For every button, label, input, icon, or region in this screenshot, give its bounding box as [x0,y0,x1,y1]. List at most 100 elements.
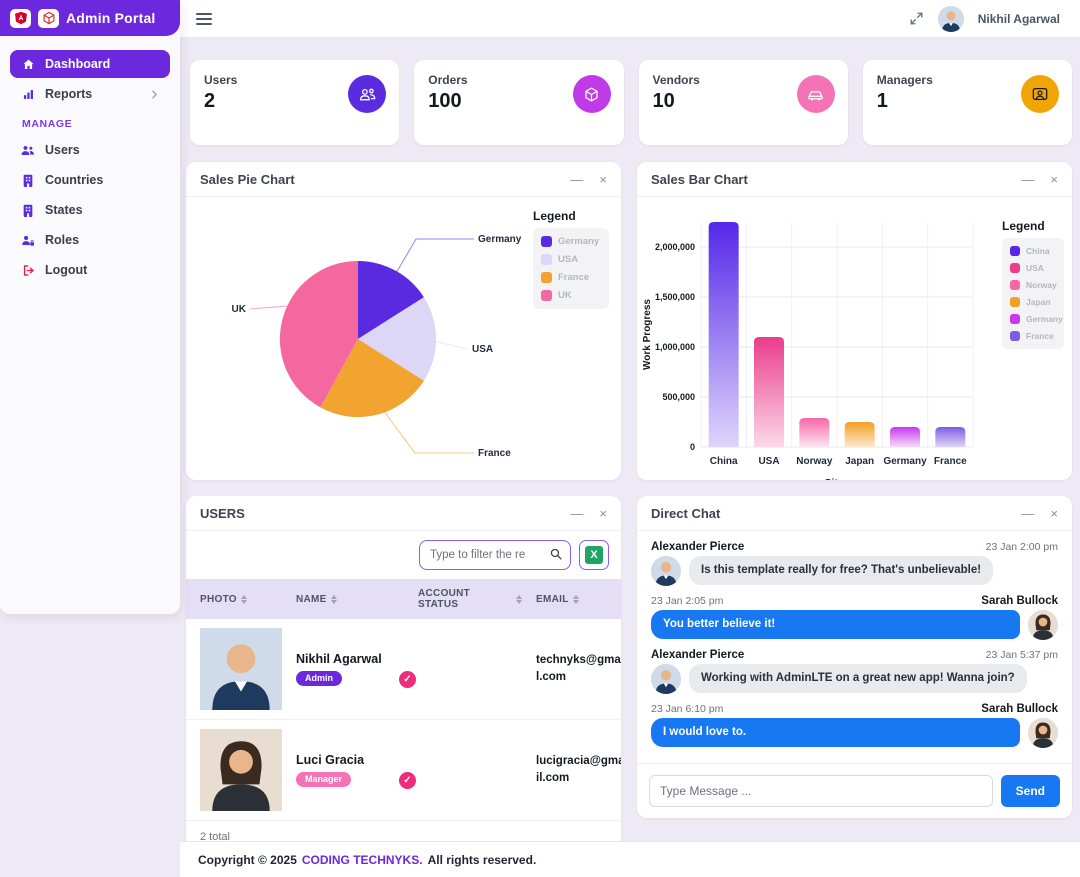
close-icon[interactable]: × [599,173,607,186]
close-icon[interactable]: × [1050,507,1058,520]
stat-card-orders: Orders 100 [414,60,624,145]
close-icon[interactable]: × [599,507,607,520]
column-header-account-status[interactable]: ACCOUNT STATUS [404,579,522,619]
sort-icon [240,594,247,604]
sidebar-item-label: Countries [45,173,104,187]
excel-icon: X [585,546,603,564]
legend-item: China [1010,246,1056,256]
legend-item: Norway [1010,280,1057,290]
box-logo-icon [38,8,59,28]
svg-text:Work Progress: Work Progress [642,299,653,370]
sidebar-item-countries[interactable]: Countries [10,166,170,194]
chat-message-input[interactable] [649,775,993,807]
chat-bubble: I would love to. [651,718,1020,747]
sidebar-section-manage: MANAGE [22,118,73,130]
sidebar-item-label: Users [45,143,80,157]
copyright-text: Copyright © 2025 [198,852,297,867]
legend-swatch [1010,280,1020,290]
card-title: Sales Bar Chart [651,171,748,187]
rights-text: All rights reserved. [427,852,537,867]
svg-text:UK: UK [232,304,247,315]
sidebar-item-roles[interactable]: Roles [10,226,170,254]
users-group-icon [348,75,387,113]
user-name: Nikhil Agarwal [296,651,382,666]
legend-swatch [541,236,552,247]
chat-bubble: You better believe it! [651,610,1020,639]
legend-title: Legend [1002,219,1045,233]
svg-text:Sites: Sites [824,477,849,480]
column-header-photo[interactable]: PHOTO [186,579,282,619]
legend-item: France [541,272,601,283]
column-header-name[interactable]: NAME [282,579,404,619]
user-avatar[interactable] [937,5,964,32]
legend-swatch [1010,246,1020,256]
minimize-icon[interactable]: — [570,173,583,186]
card-title: Sales Pie Chart [200,171,295,187]
sidebar-item-states[interactable]: States [10,196,170,224]
topbar: Nikhil Agarwal [180,0,1080,38]
footer-brand-link[interactable]: CODING TECHNYKS. [302,853,423,867]
legend-swatch [541,290,552,301]
menu-toggle-icon[interactable] [196,10,212,28]
cube-icon [572,75,611,113]
minimize-icon[interactable]: — [570,507,583,520]
legend-title: Legend [533,209,576,223]
legend-swatch [541,272,552,283]
brand-title: Admin Portal [66,10,156,26]
sidebar-item-dashboard[interactable]: Dashboard [10,50,170,78]
svg-text:Germany: Germany [883,456,927,467]
svg-text:0: 0 [690,442,695,452]
footer: Copyright © 2025 CODING TECHNYKS. All ri… [180,841,1080,877]
svg-text:1,500,000: 1,500,000 [655,292,695,302]
export-excel-button[interactable]: X [579,540,609,570]
legend-swatch [1010,297,1020,307]
bar-chart-svg: 0 500,000 1,000,000 1,500,000 2,000,000 China… [642,222,974,480]
legend-swatch [1010,331,1020,341]
user-photo [200,628,282,710]
stat-card-managers: Managers 1 [862,60,1072,145]
check-icon: ✓ [399,772,416,789]
user-email: technyks@gmail.com [536,654,621,683]
check-icon: ✓ [399,671,416,688]
user-name: Luci Gracia [296,752,365,767]
table-filter-input[interactable] [419,540,571,570]
sort-icon [330,594,337,604]
minimize-icon[interactable]: — [1021,173,1034,186]
topbar-user-name: Nikhil Agarwal [977,11,1060,26]
svg-text:Germany: Germany [478,234,522,245]
svg-text:China: China [710,456,738,467]
brand-header: Admin Portal [0,0,180,36]
sort-icon [572,594,579,604]
fullscreen-icon[interactable] [909,11,924,26]
legend-item: USA [1010,263,1056,273]
chat-message: 23 Jan 2:05 pm Sarah Bullock You better b… [651,595,1058,640]
main-content: Users 2 Orders 100 Vendors 10 Managers 1 [180,38,1080,853]
legend-item: Germany [1010,314,1063,324]
svg-text:500,000: 500,000 [662,392,695,402]
legend-swatch [1010,314,1020,324]
legend-item: UK [541,290,601,301]
send-button[interactable]: Send [1000,775,1060,807]
svg-text:France: France [478,448,511,459]
column-header-email[interactable]: EMAIL [522,579,621,619]
logout-icon [21,264,35,277]
sidebar-item-users[interactable]: Users [10,136,170,164]
legend-item: USA [541,254,601,265]
home-icon [21,58,35,71]
sidebar-item-reports[interactable]: Reports [10,80,170,108]
legend-swatch [541,254,552,265]
legend-item: Germany [541,236,601,247]
legend-swatch [1010,263,1020,273]
svg-text:1,000,000: 1,000,000 [655,342,695,352]
close-icon[interactable]: × [1050,173,1058,186]
chat-message: Alexander Pierce 23 Jan 5:37 pm Working w… [651,649,1058,694]
direct-chat-card: Direct Chat — × Alexander Pierce 23 Jan 2… [637,496,1072,818]
user-lock-icon [21,234,35,247]
id-card-icon [1021,75,1059,113]
car-icon [796,75,835,113]
svg-text:Norway: Norway [796,456,833,467]
sidebar-item-logout[interactable]: Logout [10,256,170,284]
role-badge: Manager [296,771,352,787]
sidebar-item-label: Reports [45,87,93,101]
minimize-icon[interactable]: — [1021,507,1034,520]
